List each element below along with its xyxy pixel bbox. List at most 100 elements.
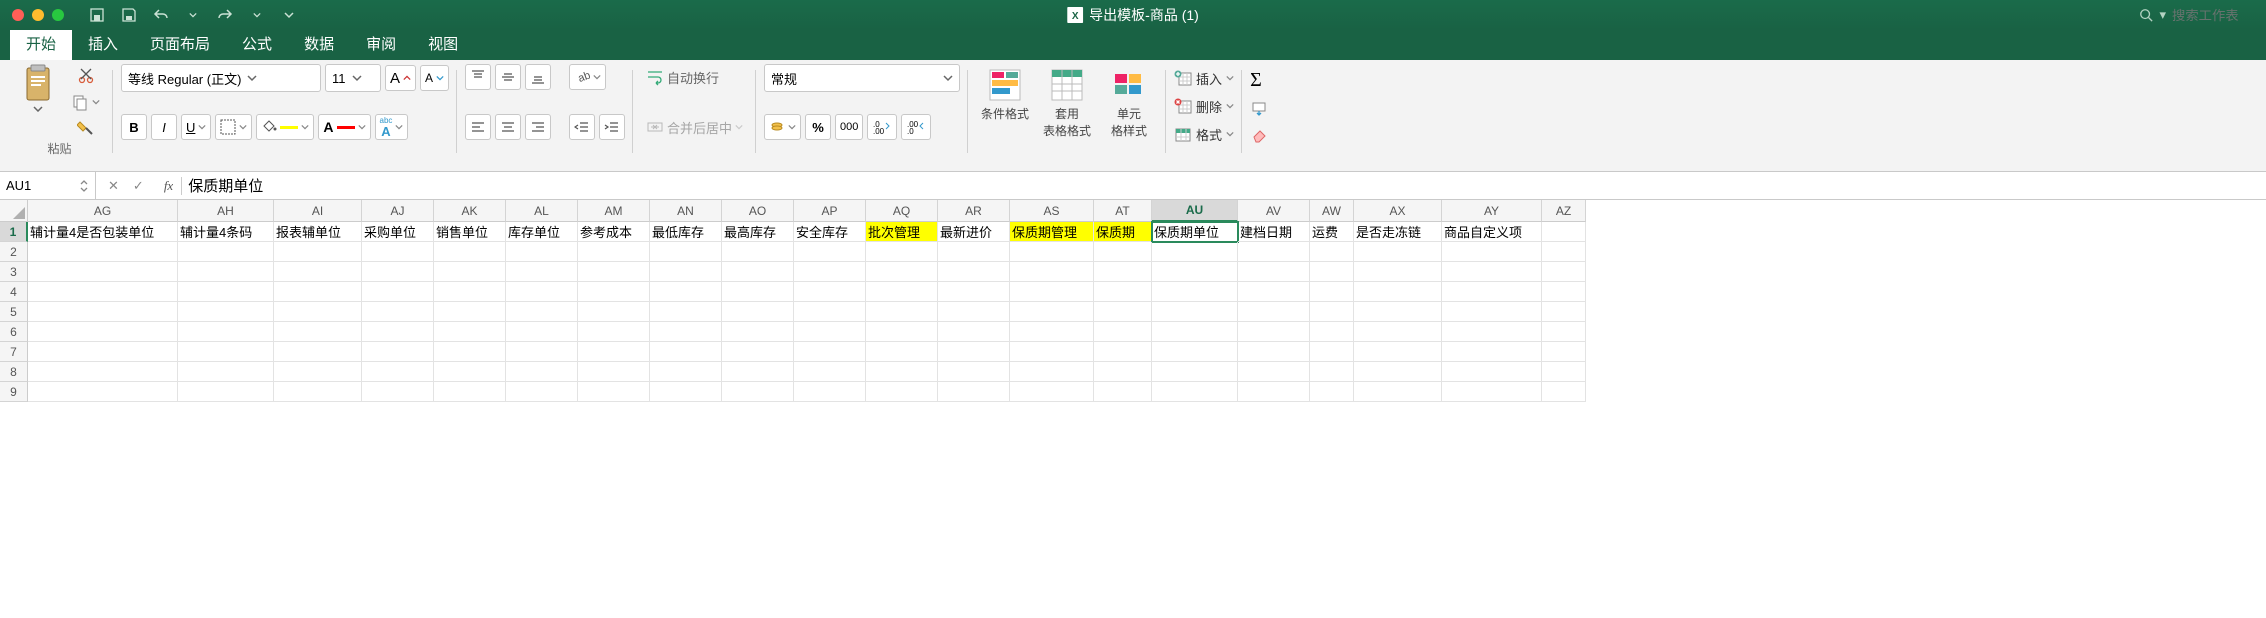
fill-color-button[interactable] — [256, 114, 314, 140]
row-header-3[interactable]: 3 — [0, 262, 28, 282]
cell-AS6[interactable] — [1010, 322, 1094, 342]
align-left-button[interactable] — [465, 114, 491, 140]
cell-AS2[interactable] — [1010, 242, 1094, 262]
cell-AT7[interactable] — [1094, 342, 1152, 362]
cell-AW3[interactable] — [1310, 262, 1354, 282]
cell-AL3[interactable] — [506, 262, 578, 282]
cell-AT9[interactable] — [1094, 382, 1152, 402]
cell-AI2[interactable] — [274, 242, 362, 262]
cell-AZ7[interactable] — [1542, 342, 1586, 362]
column-header-AW[interactable]: AW — [1310, 200, 1354, 222]
cell-AM2[interactable] — [578, 242, 650, 262]
cell-AU6[interactable] — [1152, 322, 1238, 342]
cell-AW1[interactable]: 运费 — [1310, 222, 1354, 242]
decrease-font-button[interactable]: A — [420, 65, 449, 91]
merge-center-button[interactable]: 合并后居中 — [641, 114, 748, 140]
cell-AR7[interactable] — [938, 342, 1010, 362]
cell-AY5[interactable] — [1442, 302, 1542, 322]
number-format-combo[interactable]: 常规 — [764, 64, 960, 92]
tab-view[interactable]: 视图 — [412, 27, 474, 60]
cell-AH3[interactable] — [178, 262, 274, 282]
cell-AI9[interactable] — [274, 382, 362, 402]
cell-AK1[interactable]: 销售单位 — [434, 222, 506, 242]
row-header-8[interactable]: 8 — [0, 362, 28, 382]
format-painter-button[interactable] — [66, 116, 105, 140]
cell-AQ1[interactable]: 批次管理 — [866, 222, 938, 242]
decrease-indent-button[interactable] — [569, 114, 595, 140]
cell-AM4[interactable] — [578, 282, 650, 302]
cell-AQ7[interactable] — [866, 342, 938, 362]
cell-AP6[interactable] — [794, 322, 866, 342]
cell-AG7[interactable] — [28, 342, 178, 362]
column-header-AG[interactable]: AG — [28, 200, 178, 222]
cell-AZ1[interactable] — [1542, 222, 1586, 242]
cell-AM1[interactable]: 参考成本 — [578, 222, 650, 242]
cell-AZ5[interactable] — [1542, 302, 1586, 322]
decrease-decimal-button[interactable]: .00.0 — [901, 114, 931, 140]
paste-button[interactable] — [14, 64, 62, 140]
fx-icon[interactable]: fx — [156, 178, 181, 194]
tab-home[interactable]: 开始 — [10, 27, 72, 60]
cell-AZ3[interactable] — [1542, 262, 1586, 282]
cell-AK4[interactable] — [434, 282, 506, 302]
cell-AH5[interactable] — [178, 302, 274, 322]
cell-AY4[interactable] — [1442, 282, 1542, 302]
row-header-5[interactable]: 5 — [0, 302, 28, 322]
table-format-button[interactable]: 套用 表格格式 — [1038, 64, 1096, 139]
cell-AG3[interactable] — [28, 262, 178, 282]
cell-AT2[interactable] — [1094, 242, 1152, 262]
font-color-button[interactable]: A — [318, 114, 370, 140]
cell-AJ9[interactable] — [362, 382, 434, 402]
cell-AO6[interactable] — [722, 322, 794, 342]
enter-formula-button[interactable]: ✓ — [133, 178, 144, 194]
cell-AI5[interactable] — [274, 302, 362, 322]
cell-AS9[interactable] — [1010, 382, 1094, 402]
cell-AY7[interactable] — [1442, 342, 1542, 362]
cell-AN4[interactable] — [650, 282, 722, 302]
cell-AU9[interactable] — [1152, 382, 1238, 402]
cell-AL4[interactable] — [506, 282, 578, 302]
cell-AX4[interactable] — [1354, 282, 1442, 302]
cell-AI1[interactable]: 报表辅单位 — [274, 222, 362, 242]
cell-AT1[interactable]: 保质期 — [1094, 222, 1152, 242]
cell-AG5[interactable] — [28, 302, 178, 322]
column-header-AS[interactable]: AS — [1010, 200, 1094, 222]
cell-AT8[interactable] — [1094, 362, 1152, 382]
column-header-AH[interactable]: AH — [178, 200, 274, 222]
cell-AT5[interactable] — [1094, 302, 1152, 322]
cell-AV5[interactable] — [1238, 302, 1310, 322]
align-right-button[interactable] — [525, 114, 551, 140]
cell-AG1[interactable]: 辅计量4是否包装单位 — [28, 222, 178, 242]
cell-AN7[interactable] — [650, 342, 722, 362]
cell-AM9[interactable] — [578, 382, 650, 402]
cell-AU5[interactable] — [1152, 302, 1238, 322]
cell-AV2[interactable] — [1238, 242, 1310, 262]
cell-AN8[interactable] — [650, 362, 722, 382]
cell-AS8[interactable] — [1010, 362, 1094, 382]
cell-AL7[interactable] — [506, 342, 578, 362]
cell-AO7[interactable] — [722, 342, 794, 362]
cell-styles-button[interactable]: 单元 格样式 — [1100, 64, 1158, 139]
cell-AP2[interactable] — [794, 242, 866, 262]
cell-AJ7[interactable] — [362, 342, 434, 362]
cell-AL2[interactable] — [506, 242, 578, 262]
cell-AN5[interactable] — [650, 302, 722, 322]
cell-AW5[interactable] — [1310, 302, 1354, 322]
cell-AS1[interactable]: 保质期管理 — [1010, 222, 1094, 242]
cell-AZ4[interactable] — [1542, 282, 1586, 302]
format-cells-button[interactable]: 格式 — [1174, 125, 1234, 144]
column-header-AV[interactable]: AV — [1238, 200, 1310, 222]
undo-icon[interactable] — [152, 6, 170, 24]
cell-AZ6[interactable] — [1542, 322, 1586, 342]
underline-button[interactable]: U — [181, 114, 211, 140]
cell-AR4[interactable] — [938, 282, 1010, 302]
cell-AZ8[interactable] — [1542, 362, 1586, 382]
cell-AG4[interactable] — [28, 282, 178, 302]
qat-customize-icon[interactable] — [280, 6, 298, 24]
font-size-combo[interactable]: 11 — [325, 64, 381, 92]
border-button[interactable] — [215, 114, 252, 140]
column-header-AR[interactable]: AR — [938, 200, 1010, 222]
column-header-AK[interactable]: AK — [434, 200, 506, 222]
cell-AI8[interactable] — [274, 362, 362, 382]
search-input[interactable] — [2172, 8, 2252, 23]
